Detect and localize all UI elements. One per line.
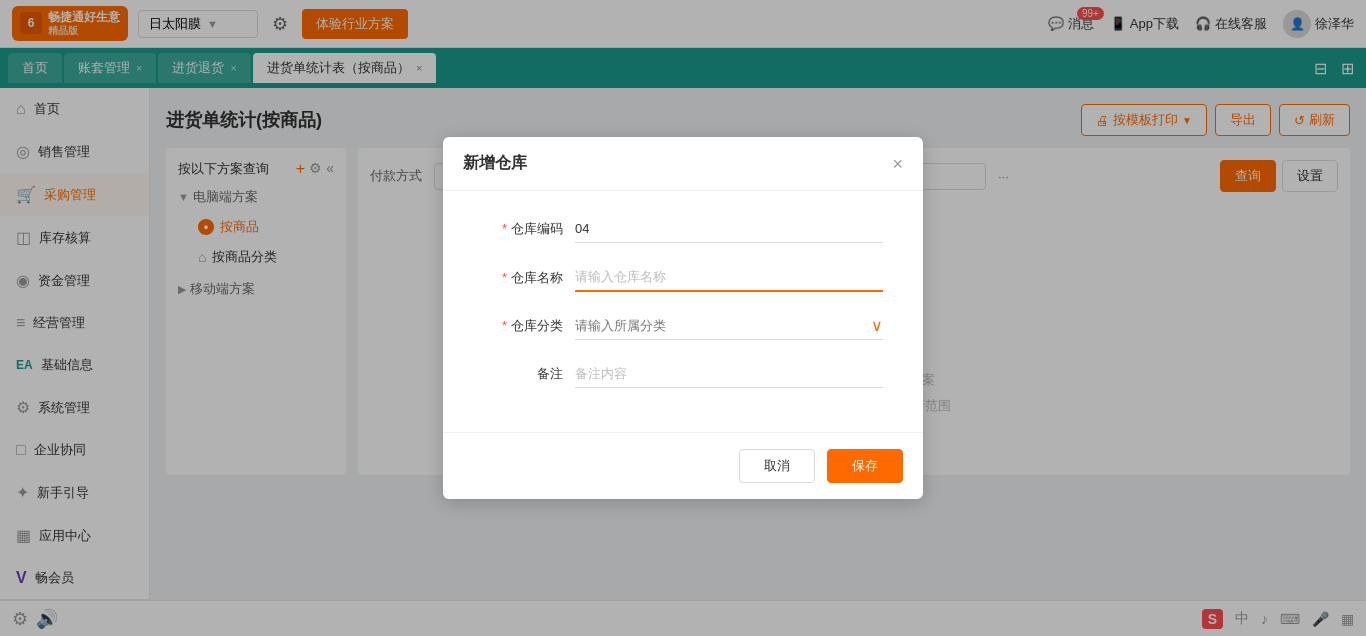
notes-label: 备注 [483, 365, 563, 383]
code-label: 仓库编码 [483, 220, 563, 238]
save-button[interactable]: 保存 [827, 449, 903, 483]
modal-overlay: 新增仓库 × 仓库编码 仓库名称 仓库分类 ∨ [0, 0, 1366, 600]
name-input[interactable] [575, 263, 883, 292]
category-select-wrapper: ∨ [575, 312, 883, 340]
cancel-button[interactable]: 取消 [739, 449, 815, 483]
notes-input[interactable] [575, 360, 883, 388]
name-label: 仓库名称 [483, 269, 563, 287]
form-row-notes: 备注 [483, 360, 883, 388]
form-row-code: 仓库编码 [483, 215, 883, 243]
modal-close-icon[interactable]: × [892, 155, 903, 173]
category-input[interactable] [575, 312, 871, 339]
modal-body: 仓库编码 仓库名称 仓库分类 ∨ 备注 [443, 191, 923, 432]
add-warehouse-modal: 新增仓库 × 仓库编码 仓库名称 仓库分类 ∨ [443, 137, 923, 499]
category-dropdown-icon[interactable]: ∨ [871, 316, 883, 335]
modal-header: 新增仓库 × [443, 137, 923, 191]
form-row-name: 仓库名称 [483, 263, 883, 292]
modal-footer: 取消 保存 [443, 432, 923, 499]
modal-title: 新增仓库 [463, 153, 527, 174]
category-label: 仓库分类 [483, 317, 563, 335]
form-row-category: 仓库分类 ∨ [483, 312, 883, 340]
code-input[interactable] [575, 215, 883, 243]
